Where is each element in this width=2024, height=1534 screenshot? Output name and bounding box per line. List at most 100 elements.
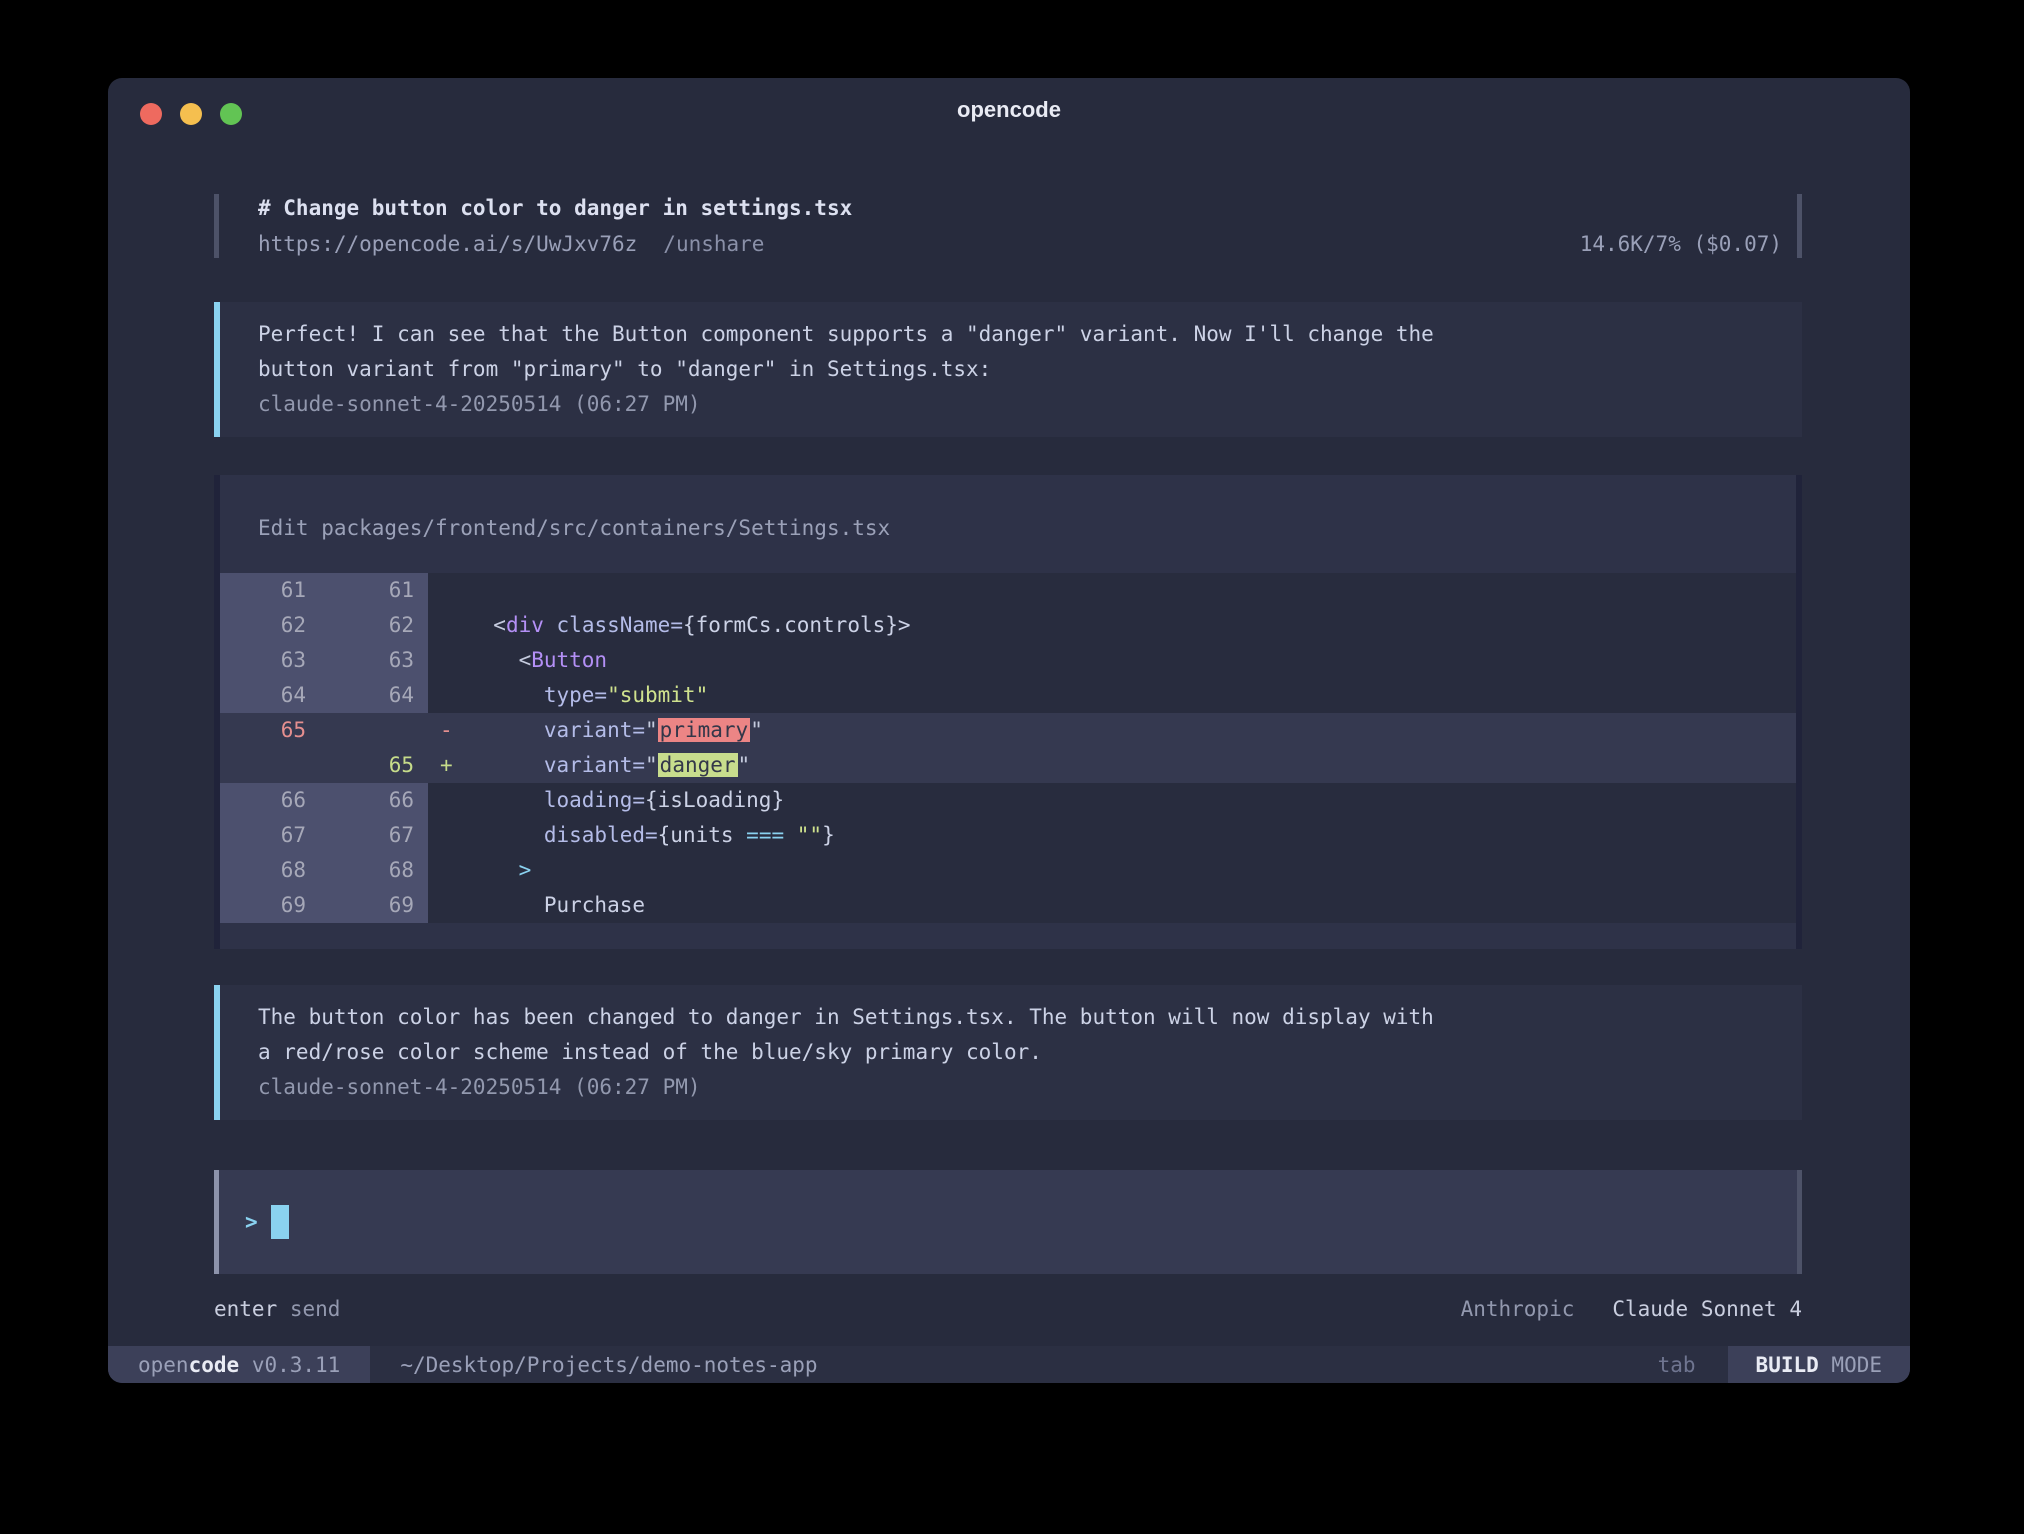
diff-code: type="submit" xyxy=(468,678,1796,713)
code-segment: variant= xyxy=(544,753,645,777)
diff-oldnum: 62 xyxy=(220,608,320,643)
code-segment: " xyxy=(750,718,763,742)
code-segment: {formCs.controls}> xyxy=(683,613,911,637)
mode-primary: BUILD xyxy=(1756,1353,1819,1377)
diff-oldnum: 65 xyxy=(220,713,320,748)
added-word: danger xyxy=(658,753,738,777)
text-cursor xyxy=(271,1205,289,1239)
diff-oldnum xyxy=(220,748,320,783)
hint-row: enter send Anthropic Claude Sonnet 4 xyxy=(214,1292,1802,1327)
diff-row: 6464 type="submit" xyxy=(220,678,1796,713)
diff-row: 6363 <Button xyxy=(220,643,1796,678)
diff-row: 6969 Purchase xyxy=(220,888,1796,923)
titlebar: opencode xyxy=(108,78,1910,142)
send-hint-label: send xyxy=(290,1292,341,1327)
diff-oldnum: 66 xyxy=(220,783,320,818)
diff-oldnum: 68 xyxy=(220,853,320,888)
prompt-input[interactable]: > xyxy=(214,1170,1802,1274)
code-segment: variant= xyxy=(544,718,645,742)
provider-label: Anthropic xyxy=(1461,1297,1575,1321)
header-right-rule xyxy=(1797,194,1802,258)
diff-newnum: 63 xyxy=(320,643,428,678)
code-segment: {units xyxy=(658,823,747,847)
share-url[interactable]: https://opencode.ai/s/UwJxv76z xyxy=(258,226,637,262)
spacer xyxy=(1819,1353,1832,1377)
diff-newnum: 61 xyxy=(320,573,428,608)
code-segment: Purchase xyxy=(544,893,645,917)
token-usage: 14.6K/7% ($0.07) xyxy=(1580,226,1782,262)
diff-code: Purchase xyxy=(468,888,1796,923)
diff-row: 6868 > xyxy=(220,853,1796,888)
diff-code: variant="danger" xyxy=(468,748,1796,783)
working-directory: ~/Desktop/Projects/demo-notes-app xyxy=(400,1353,817,1377)
diff-sign xyxy=(428,783,468,818)
code-segment: div xyxy=(506,613,544,637)
diff-oldnum: 64 xyxy=(220,678,320,713)
enter-key-hint: enter xyxy=(214,1292,277,1327)
diff-newnum: 68 xyxy=(320,853,428,888)
code-segment: "submit" xyxy=(607,683,708,707)
code-segment: " xyxy=(645,718,658,742)
code-segment: > xyxy=(519,858,532,882)
assistant-message-2: The button color has been changed to dan… xyxy=(214,985,1802,1120)
diff-code: > xyxy=(468,853,1796,888)
session-header: # Change button color to danger in setti… xyxy=(214,190,1802,262)
window-title: opencode xyxy=(108,78,1910,142)
diff-sign xyxy=(428,678,468,713)
prompt-chevron: > xyxy=(245,1210,258,1234)
edit-tool-block: Edit packages/frontend/src/containers/Se… xyxy=(214,475,1802,949)
code-segment: className= xyxy=(557,613,683,637)
brand-prefix: open xyxy=(138,1353,189,1377)
code-segment: Button xyxy=(531,648,607,672)
code-segment: < xyxy=(468,648,531,672)
diff-newnum: 65 xyxy=(320,748,428,783)
code-segment: " xyxy=(645,753,658,777)
diff-code: variant="primary" xyxy=(468,713,1796,748)
diff-sign xyxy=(428,573,468,608)
diff-newnum: 66 xyxy=(320,783,428,818)
diff-row: 6666 loading={isLoading} xyxy=(220,783,1796,818)
header-left-rule xyxy=(214,194,219,258)
code-segment xyxy=(468,788,544,812)
spacer xyxy=(1587,1297,1600,1321)
diff-code: <Button xyxy=(468,643,1796,678)
diff-row: 6161 xyxy=(220,573,1796,608)
code-segment xyxy=(544,613,557,637)
diff-oldnum: 61 xyxy=(220,573,320,608)
code-segment: } xyxy=(822,823,835,847)
diff-oldnum: 67 xyxy=(220,818,320,853)
diff-code xyxy=(468,573,1796,608)
removed-word: primary xyxy=(658,718,751,742)
code-segment xyxy=(468,753,544,777)
diff-code: <div className={formCs.controls}> xyxy=(468,608,1796,643)
diff-sign xyxy=(428,643,468,678)
diff-sign xyxy=(428,888,468,923)
tab-key-hint[interactable]: tab xyxy=(1658,1353,1696,1377)
code-segment: type= xyxy=(544,683,607,707)
code-segment xyxy=(784,823,797,847)
diff-oldnum: 69 xyxy=(220,888,320,923)
diff-sign: - xyxy=(428,713,468,748)
opencode-window: opencode # Change button color to danger… xyxy=(108,78,1910,1383)
message-meta: claude-sonnet-4-20250514 (06:27 PM) xyxy=(258,1070,1782,1105)
code-segment: " xyxy=(738,753,751,777)
diff-row: 6767 disabled={units === ""} xyxy=(220,818,1796,853)
diff-code: loading={isLoading} xyxy=(468,783,1796,818)
diff-row: 65- variant="primary" xyxy=(220,713,1796,748)
code-segment: < xyxy=(468,613,506,637)
code-segment: loading= xyxy=(544,788,645,812)
code-segment: {isLoading} xyxy=(645,788,784,812)
spacer xyxy=(239,1353,252,1377)
diff-sign xyxy=(428,608,468,643)
mode-segment[interactable]: BUILD MODE xyxy=(1728,1346,1910,1383)
session-title: # Change button color to danger in setti… xyxy=(258,190,1782,226)
diff-newnum: 67 xyxy=(320,818,428,853)
diff-sign xyxy=(428,818,468,853)
code-segment xyxy=(468,858,519,882)
diff-row: 65+ variant="danger" xyxy=(220,748,1796,783)
message-text: The button color has been changed to dan… xyxy=(258,1000,1782,1070)
unshare-command[interactable]: /unshare xyxy=(663,226,764,262)
diff-sign: + xyxy=(428,748,468,783)
diff-view: 61616262 <div className={formCs.controls… xyxy=(220,573,1796,923)
diff-newnum: 62 xyxy=(320,608,428,643)
